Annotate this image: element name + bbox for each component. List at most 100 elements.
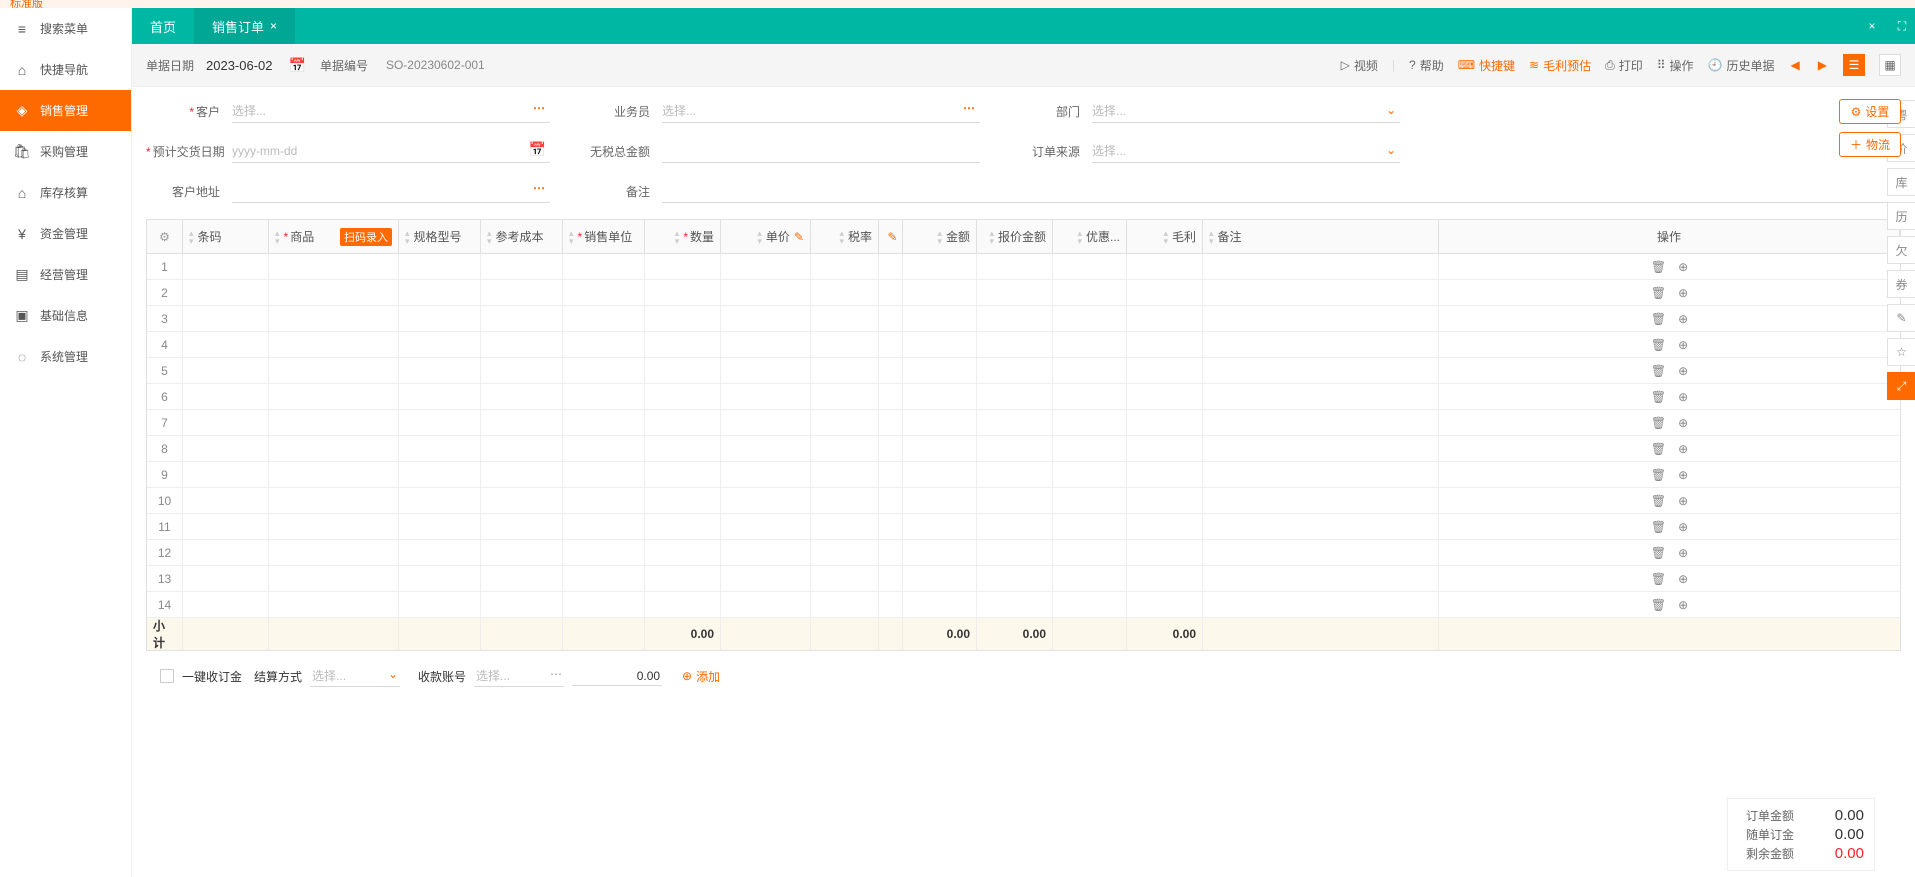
customer-input[interactable]	[232, 104, 522, 118]
sidebar-item-quicknav[interactable]: ⌂快捷导航	[0, 49, 131, 90]
delete-icon[interactable]: 🗑	[1651, 572, 1666, 586]
arrow-left-icon[interactable]: ◀	[1789, 58, 1802, 72]
col-gross[interactable]: ▴▾毛利	[1127, 220, 1203, 253]
settings-button[interactable]: ⚙设置	[1839, 99, 1901, 124]
sidebar-item-finance[interactable]: ¥资金管理	[0, 213, 131, 254]
dept-input[interactable]	[1092, 104, 1372, 118]
copy-icon[interactable]: ⊕	[1678, 364, 1688, 378]
rail-history[interactable]: 历	[1887, 202, 1915, 230]
table-row[interactable]: 10🗑⊕	[147, 488, 1900, 514]
delete-icon[interactable]: 🗑	[1651, 442, 1666, 456]
tabs-close-all[interactable]: ×	[1855, 8, 1889, 44]
table-row[interactable]: 11🗑⊕	[147, 514, 1900, 540]
rail-expand[interactable]: ⤢	[1887, 372, 1915, 400]
col-price[interactable]: ▴▾单价✎	[721, 220, 811, 253]
add-button[interactable]: ⊕添加	[682, 668, 720, 685]
notax-input[interactable]	[662, 144, 952, 158]
row-ops[interactable]: 🗑⊕	[1439, 540, 1900, 565]
ellipsis-icon[interactable]: ⋯	[963, 101, 976, 115]
col-qty[interactable]: ▴▾*数量	[645, 220, 721, 253]
addr-input[interactable]	[232, 184, 522, 198]
scan-badge[interactable]: 扫码录入	[340, 228, 392, 246]
tab-home[interactable]: 首页	[132, 8, 194, 44]
calendar-icon[interactable]: 📅	[529, 141, 546, 158]
doc-date-value[interactable]: 2023-06-02	[206, 58, 273, 73]
col-tax-edit[interactable]: ✎	[879, 220, 903, 253]
copy-icon[interactable]: ⊕	[1678, 312, 1688, 326]
delete-icon[interactable]: 🗑	[1651, 598, 1666, 612]
delete-icon[interactable]: 🗑	[1651, 390, 1666, 404]
row-ops[interactable]: 🗑⊕	[1439, 514, 1900, 539]
settle-select[interactable]: 选择...⌄	[310, 665, 400, 687]
copy-icon[interactable]: ⊕	[1678, 338, 1688, 352]
copy-icon[interactable]: ⊕	[1678, 494, 1688, 508]
table-row[interactable]: 14🗑⊕	[147, 592, 1900, 618]
row-ops[interactable]: 🗑⊕	[1439, 410, 1900, 435]
row-ops[interactable]: 🗑⊕	[1439, 436, 1900, 461]
delete-icon[interactable]: 🗑	[1651, 416, 1666, 430]
col-barcode[interactable]: ▴▾条码	[183, 220, 269, 253]
row-ops[interactable]: 🗑⊕	[1439, 254, 1900, 279]
col-unit[interactable]: ▴▾*销售单位	[563, 220, 645, 253]
row-ops[interactable]: 🗑⊕	[1439, 332, 1900, 357]
col-cost[interactable]: ▴▾参考成本	[481, 220, 563, 253]
delete-icon[interactable]: 🗑	[1651, 312, 1666, 326]
row-ops[interactable]: 🗑⊕	[1439, 280, 1900, 305]
table-row[interactable]: 8🗑⊕	[147, 436, 1900, 462]
remark-input[interactable]	[662, 184, 1873, 198]
rail-debt[interactable]: 欠	[1887, 236, 1915, 264]
delete-icon[interactable]: 🗑	[1651, 494, 1666, 508]
view-form-button[interactable]: ☰	[1843, 54, 1865, 76]
toolbar-video[interactable]: ▷视频	[1341, 57, 1378, 74]
sales-input[interactable]	[662, 104, 952, 118]
view-grid-button[interactable]: ▦	[1879, 54, 1901, 76]
close-icon[interactable]: ×	[270, 19, 277, 33]
delete-icon[interactable]: 🗑	[1651, 546, 1666, 560]
bottom-amount[interactable]: 0.00	[572, 667, 662, 686]
sidebar-item-search[interactable]: ≡搜索菜单	[0, 8, 131, 49]
sidebar-item-sales[interactable]: ◈销售管理	[0, 90, 131, 131]
row-ops[interactable]: 🗑⊕	[1439, 592, 1900, 617]
tabs-expand[interactable]: ⛶	[1889, 8, 1915, 44]
row-ops[interactable]: 🗑⊕	[1439, 462, 1900, 487]
account-select[interactable]: 选择...⋯	[474, 665, 564, 687]
table-row[interactable]: 3🗑⊕	[147, 306, 1900, 332]
copy-icon[interactable]: ⊕	[1678, 598, 1688, 612]
sidebar-item-purchase[interactable]: 🛍采购管理	[0, 131, 131, 172]
toolbar-operate[interactable]: ⠿操作	[1657, 57, 1694, 74]
toolbar-shortcut[interactable]: ⌨快捷键	[1458, 57, 1515, 74]
chevron-down-icon[interactable]: ⌄	[1386, 103, 1396, 117]
table-row[interactable]: 13🗑⊕	[147, 566, 1900, 592]
table-row[interactable]: 2🗑⊕	[147, 280, 1900, 306]
table-row[interactable]: 6🗑⊕	[147, 384, 1900, 410]
col-quote[interactable]: ▴▾报价金额	[977, 220, 1053, 253]
source-input[interactable]	[1092, 144, 1372, 158]
sidebar-item-basedata[interactable]: ▣基础信息	[0, 295, 131, 336]
rail-edit[interactable]: ✎	[1887, 304, 1915, 332]
table-row[interactable]: 1🗑⊕	[147, 254, 1900, 280]
ellipsis-icon[interactable]: ⋯	[533, 101, 546, 115]
col-tax[interactable]: ▴▾税率	[811, 220, 879, 253]
col-discount[interactable]: ▴▾优惠...	[1053, 220, 1127, 253]
copy-icon[interactable]: ⊕	[1678, 468, 1688, 482]
table-row[interactable]: 4🗑⊕	[147, 332, 1900, 358]
col-gear[interactable]: ⚙	[147, 220, 183, 253]
logistics-button[interactable]: ＋物流	[1839, 132, 1901, 157]
delete-icon[interactable]: 🗑	[1651, 260, 1666, 274]
deliver-input[interactable]	[232, 144, 522, 158]
col-product[interactable]: ▴▾*商品扫码录入	[269, 220, 399, 253]
delete-icon[interactable]: 🗑	[1651, 338, 1666, 352]
ellipsis-icon[interactable]: ⋯	[533, 181, 546, 195]
edit-icon[interactable]: ✎	[794, 230, 804, 244]
deposit-checkbox[interactable]	[160, 669, 174, 683]
col-note[interactable]: ▴▾备注	[1203, 220, 1439, 253]
copy-icon[interactable]: ⊕	[1678, 520, 1688, 534]
rail-coupon[interactable]: 券	[1887, 270, 1915, 298]
arrow-right-icon[interactable]: ▶	[1816, 58, 1829, 72]
table-row[interactable]: 12🗑⊕	[147, 540, 1900, 566]
sidebar-item-system[interactable]: ◌系统管理	[0, 336, 131, 377]
table-row[interactable]: 9🗑⊕	[147, 462, 1900, 488]
row-ops[interactable]: 🗑⊕	[1439, 384, 1900, 409]
row-ops[interactable]: 🗑⊕	[1439, 358, 1900, 383]
delete-icon[interactable]: 🗑	[1651, 364, 1666, 378]
